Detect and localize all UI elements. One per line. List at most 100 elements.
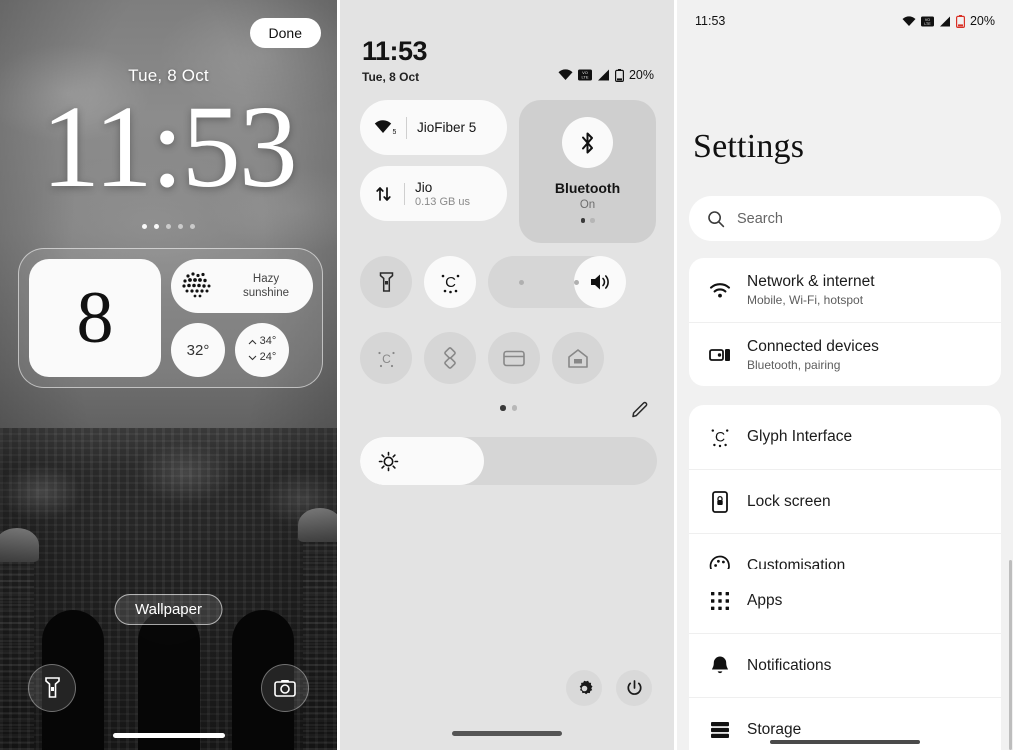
current-temperature-widget[interactable]: 32°: [171, 323, 225, 377]
page-dot[interactable]: [190, 224, 195, 229]
settings-item-label: Glyph Interface: [747, 428, 853, 445]
flashlight-icon: [44, 677, 60, 698]
battery-icon: [955, 14, 965, 28]
calendar-widget[interactable]: 8: [29, 259, 161, 377]
bluetooth-label: Bluetooth: [554, 180, 621, 196]
data-usage-icon: [376, 186, 391, 201]
signal-icon: [597, 69, 609, 81]
sidebar-item-glyph-interface[interactable]: C Glyph Interface: [689, 405, 1001, 469]
page-dot[interactable]: [590, 218, 595, 223]
glyph-brightness-icon: C: [377, 351, 395, 367]
battery-icon: [614, 68, 624, 82]
qs-tile-row-2: C: [360, 332, 604, 384]
settings-group-network: Network & internet Mobile, Wi-Fi, hotspo…: [689, 258, 1001, 386]
page-dot[interactable]: [178, 224, 183, 229]
sidebar-item-apps[interactable]: Apps: [689, 569, 1001, 633]
weather-text: Hazy sunshine: [229, 272, 303, 301]
chevron-down-icon: [248, 355, 257, 361]
wifi-icon: [709, 281, 731, 299]
sidebar-item-lock-screen[interactable]: Lock screen: [689, 469, 1001, 533]
quick-settings-panel: 11:53 Tue, 8 Oct VO LTE 20% 5 JioFiber 5…: [340, 0, 677, 750]
settings-item-sub: Mobile, Wi-Fi, hotspot: [747, 293, 864, 307]
volte-icon: VO LTE: [577, 69, 592, 81]
glyph-icon: C: [441, 274, 459, 293]
connected-devices-icon: [709, 346, 731, 364]
gear-icon: [579, 679, 592, 694]
settings-app-panel: 11:53 VO LTE 20% Settings Search Network…: [677, 0, 1013, 750]
qs-wifi-name: JioFiber 5: [417, 120, 477, 135]
qs-status-bar: VO LTE 20%: [558, 68, 654, 82]
lock-screen-page-dots[interactable]: [0, 224, 337, 229]
search-icon: [708, 210, 725, 227]
lock-screen-icon: [709, 490, 731, 513]
settings-item-label: Apps: [747, 592, 783, 609]
weather-line-1: Hazy: [252, 272, 280, 285]
settings-item-text: Connected devices Bluetooth, pairing: [747, 338, 879, 372]
qs-data-text: Jio 0.13 GB us: [415, 180, 470, 208]
qs-glyph-brightness-tile[interactable]: C: [360, 332, 412, 384]
qs-page-indicator: [340, 405, 677, 411]
qs-volume-tile[interactable]: [488, 256, 626, 308]
bluetooth-toggle[interactable]: [562, 117, 613, 168]
qs-wallet-tile[interactable]: [488, 332, 540, 384]
sidebar-item-connected-devices[interactable]: Connected devices Bluetooth, pairing: [689, 322, 1001, 386]
signal-icon: [939, 16, 950, 26]
qs-footer-buttons: [566, 670, 652, 706]
lock-screen-panel: Done Tue, 8 Oct 11:53 8 Hazy sunshine 32…: [0, 0, 340, 750]
settings-scrollbar[interactable]: [1009, 560, 1012, 750]
qs-wifi-tile[interactable]: 5 JioFiber 5: [360, 100, 507, 155]
page-dot[interactable]: [142, 224, 147, 229]
brightness-slider-fill: [360, 437, 484, 485]
status-time: 11:53: [695, 14, 726, 28]
settings-item-label: Notifications: [747, 656, 832, 674]
flashlight-icon: [379, 272, 393, 292]
page-dot[interactable]: [500, 405, 506, 411]
weather-line-2: sunshine: [242, 287, 290, 299]
qs-home-controls-tile[interactable]: [552, 332, 604, 384]
lock-screen-clock: 11:53: [41, 81, 297, 212]
page-dot[interactable]: [580, 218, 585, 223]
done-button[interactable]: Done: [249, 18, 321, 48]
settings-item-sub: Bluetooth, pairing: [747, 357, 841, 372]
navigation-gesture-pill[interactable]: [770, 740, 920, 744]
qs-power-button[interactable]: [616, 670, 652, 706]
brightness-slider[interactable]: [360, 437, 657, 485]
navigation-gesture-pill[interactable]: [112, 733, 225, 738]
qs-edit-button[interactable]: [630, 400, 650, 425]
qs-flashlight-tile[interactable]: [360, 256, 412, 308]
glyph-icon: C: [709, 426, 731, 448]
qs-auto-rotate-tile[interactable]: [424, 332, 476, 384]
wallet-icon: [503, 350, 525, 366]
high-low-temperature-widget[interactable]: 34° 24°: [235, 323, 289, 377]
camera-icon: [274, 680, 296, 697]
qs-glyph-tile[interactable]: C: [424, 256, 476, 308]
volume-knob[interactable]: [574, 256, 626, 308]
page-dot[interactable]: [511, 405, 517, 411]
widget-container[interactable]: 8 Hazy sunshine 32° 34° 24°: [18, 248, 323, 388]
weather-condition-widget[interactable]: Hazy sunshine: [171, 259, 313, 313]
chevron-up-icon: [248, 339, 257, 345]
volte-icon: VO LTE: [920, 16, 934, 26]
high-temp-row: 34°: [248, 334, 276, 350]
settings-item-label: Storage: [747, 720, 802, 738]
qs-bluetooth-tile[interactable]: Bluetooth On: [519, 100, 656, 243]
settings-item-label: Network & internet: [747, 273, 875, 290]
settings-item-text: Network & internet Mobile, Wi-Fi, hotspo…: [747, 273, 875, 307]
flashlight-shortcut-button[interactable]: [28, 664, 76, 712]
svg-text:LTE: LTE: [581, 75, 588, 80]
page-dot[interactable]: [166, 224, 171, 229]
page-dot[interactable]: [154, 224, 159, 229]
qs-mobile-data-tile[interactable]: Jio 0.13 GB us: [360, 166, 507, 221]
qs-clock[interactable]: 11:53: [362, 36, 428, 67]
sidebar-item-network-internet[interactable]: Network & internet Mobile, Wi-Fi, hotspo…: [689, 258, 1001, 322]
volume-track-dot: [574, 279, 579, 285]
settings-group-apps: Apps Notifications Storage: [689, 569, 1001, 750]
hazy-sunshine-icon: [182, 272, 211, 298]
qs-date: Tue, 8 Oct: [362, 70, 420, 84]
wallpaper-button[interactable]: Wallpaper: [114, 594, 223, 625]
camera-shortcut-button[interactable]: [261, 664, 309, 712]
qs-settings-button[interactable]: [566, 670, 602, 706]
navigation-gesture-pill[interactable]: [452, 731, 562, 736]
sidebar-item-notifications[interactable]: Notifications: [689, 633, 1001, 697]
search-input[interactable]: Search: [689, 196, 1001, 241]
